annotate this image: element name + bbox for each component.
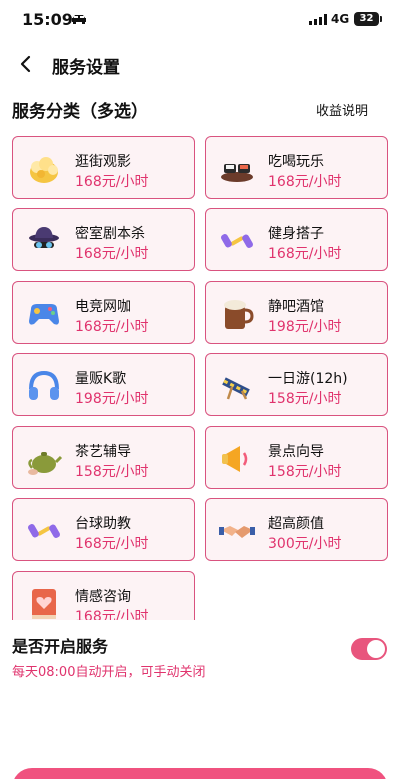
gamepad-icon: [29, 304, 59, 325]
status-time: 15:09: [22, 10, 73, 29]
popcorn-icon: [30, 157, 58, 183]
megaphone-icon: [222, 446, 248, 472]
service-card[interactable]: 吃喝玩乐 168元/小时: [205, 136, 388, 199]
service-name: 静吧酒馆: [268, 299, 324, 315]
headphones-icon: [29, 370, 59, 400]
income-explanation-link[interactable]: 收益说明: [316, 100, 368, 119]
service-name: 景点向导: [268, 444, 324, 460]
service-toggle-row: 是否开启服务 每天08:00自动开启，可手动关闭: [0, 632, 400, 682]
service-card[interactable]: 台球助教 168元/小时: [12, 498, 195, 561]
service-price: 168元/小时: [75, 609, 149, 620]
service-price: 168元/小时: [268, 246, 342, 262]
service-name: 超高颜值: [268, 516, 324, 532]
network-type: 4G: [331, 12, 350, 26]
service-name: 情感咨询: [75, 589, 131, 605]
beach-chair-icon: [222, 377, 250, 400]
service-name: 一日游(12h): [268, 371, 348, 387]
service-name: 量贩K歌: [75, 371, 127, 387]
toggle-subtitle: 每天08:00自动开启，可手动关闭: [12, 665, 206, 680]
service-name: 逛街观影: [75, 154, 131, 170]
section-header: 服务分类（多选） 收益说明: [0, 97, 400, 122]
battery-icon: 32: [354, 12, 382, 26]
service-card[interactable]: 电竞网咖 168元/小时: [12, 281, 195, 344]
car-icon: [72, 15, 86, 24]
section-title: 服务分类（多选）: [12, 102, 148, 122]
service-name: 茶艺辅导: [75, 444, 131, 460]
service-price: 158元/小时: [268, 464, 342, 480]
signal-icon: [309, 14, 327, 25]
service-card[interactable]: 茶艺辅导 158元/小时: [12, 426, 195, 489]
service-name: 台球助教: [75, 516, 131, 532]
back-icon[interactable]: [14, 52, 38, 76]
service-price: 168元/小时: [75, 319, 149, 335]
service-switch[interactable]: [351, 638, 387, 660]
service-card[interactable]: 健身搭子 168元/小时: [205, 208, 388, 271]
handshake-icon: [219, 526, 255, 538]
submit-button[interactable]: [12, 768, 388, 779]
service-price: 168元/小时: [75, 174, 149, 190]
switch-knob: [367, 640, 385, 658]
service-name: 电竞网咖: [75, 299, 131, 315]
service-name: 健身搭子: [268, 226, 324, 242]
service-card[interactable]: 静吧酒馆 198元/小时: [205, 281, 388, 344]
nav-bar: 服务设置: [0, 44, 400, 84]
service-card[interactable]: 情感咨询 168元/小时: [12, 571, 195, 620]
beer-mug-icon: [224, 300, 254, 329]
service-card[interactable]: 一日游(12h) 158元/小时: [205, 353, 388, 416]
service-card[interactable]: 量贩K歌 198元/小时: [12, 353, 195, 416]
service-card[interactable]: 密室剧本杀 168元/小时: [12, 208, 195, 271]
service-price: 168元/小时: [268, 174, 342, 190]
dumbbell-icon: [221, 234, 253, 248]
service-grid: 逛街观影 168元/小时 吃喝玩乐 168元/小时 密室剧本杀 168元/小时 …: [12, 136, 388, 620]
service-name: 吃喝玩乐: [268, 154, 324, 170]
service-name: 密室剧本杀: [75, 226, 145, 242]
page-title: 服务设置: [52, 58, 120, 78]
service-card[interactable]: 超高颜值 300元/小时: [205, 498, 388, 561]
service-price: 168元/小时: [75, 536, 149, 552]
service-price: 168元/小时: [75, 246, 149, 262]
service-price: 158元/小时: [75, 464, 149, 480]
detective-icon: [29, 227, 59, 248]
teapot-icon: [28, 452, 63, 475]
status-bar: 15:09 4G 32: [0, 0, 400, 44]
service-price: 198元/小时: [268, 319, 342, 335]
toggle-title: 是否开启服务: [12, 637, 109, 656]
service-price: 158元/小时: [268, 391, 342, 407]
service-card[interactable]: 景点向导 158元/小时: [205, 426, 388, 489]
service-price: 300元/小时: [268, 536, 342, 552]
heart-book-icon: [32, 589, 56, 619]
service-price: 198元/小时: [75, 391, 149, 407]
sushi-icon: [221, 164, 253, 182]
service-card[interactable]: 逛街观影 168元/小时: [12, 136, 195, 199]
dumbbell-icon: [28, 524, 60, 538]
